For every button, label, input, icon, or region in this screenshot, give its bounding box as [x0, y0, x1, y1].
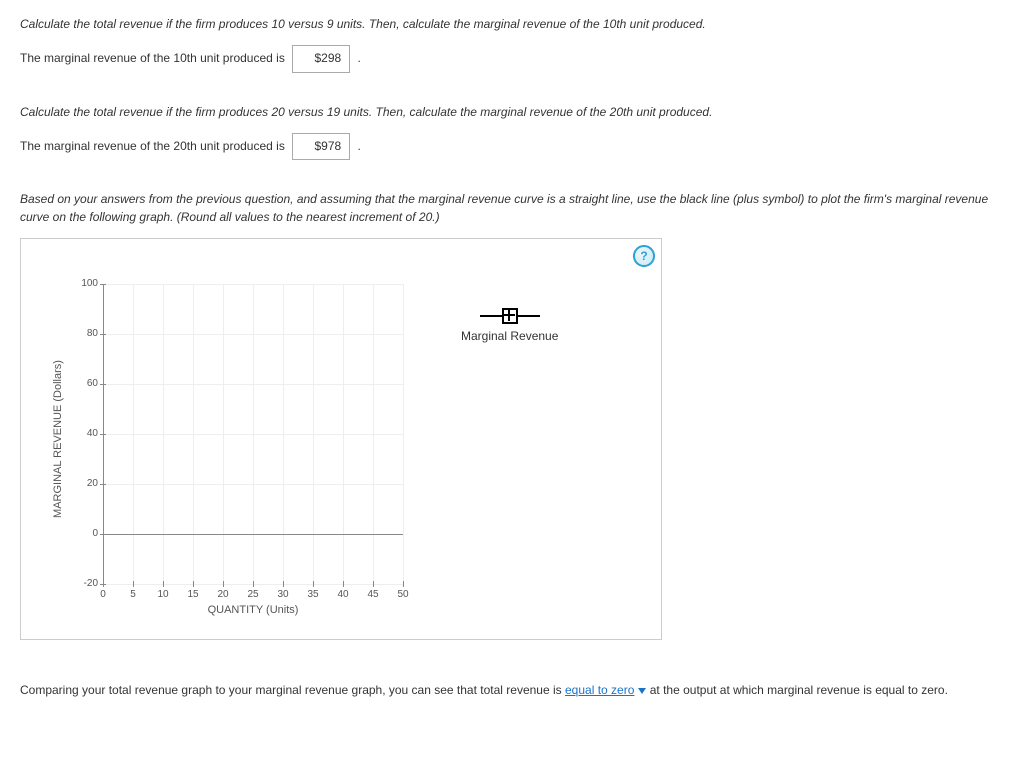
y-tick: 80	[68, 328, 98, 339]
legend-marginal-revenue[interactable]: Marginal Revenue	[461, 309, 558, 343]
y-tick: 100	[68, 278, 98, 289]
q1-prefix: The marginal revenue of the 10th unit pr…	[20, 51, 285, 65]
x-axis-title: QUANTITY (Units)	[103, 604, 403, 616]
question-2-prompt: Calculate the total revenue if the firm …	[20, 103, 997, 121]
y-axis-label-text: MARGINAL REVENUE (Dollars)	[52, 360, 64, 518]
chevron-down-icon	[638, 688, 646, 694]
y-tick: 60	[68, 378, 98, 389]
question-1-answer: The marginal revenue of the 10th unit pr…	[20, 45, 997, 73]
x-tick: 45	[363, 589, 383, 600]
y-axis-title: MARGINAL REVENUE (Dollars)	[51, 239, 65, 639]
help-icon[interactable]: ?	[633, 245, 655, 267]
final-part1: Comparing your total revenue graph to yo…	[20, 683, 565, 697]
question-1-prompt: Calculate the total revenue if the firm …	[20, 15, 997, 33]
x-tick: 50	[393, 589, 413, 600]
x-tick: 30	[273, 589, 293, 600]
y-tick: 40	[68, 428, 98, 439]
q2-prefix: The marginal revenue of the 20th unit pr…	[20, 139, 285, 153]
y-tick: 0	[68, 528, 98, 539]
x-tick: 15	[183, 589, 203, 600]
q2-suffix: .	[358, 139, 361, 153]
x-tick: 10	[153, 589, 173, 600]
q2-input[interactable]: $978	[292, 133, 350, 161]
graph-container: ? MARGINAL REVENUE (Dollars) QUANTITY (U…	[20, 238, 662, 640]
legend-label: Marginal Revenue	[461, 329, 558, 343]
y-tick: 20	[68, 478, 98, 489]
dropdown-value-text: equal to zero	[565, 680, 634, 702]
plus-line-icon	[470, 309, 550, 323]
x-tick: 0	[93, 589, 113, 600]
dropdown-total-revenue[interactable]: equal to zero	[565, 680, 646, 702]
x-tick: 5	[123, 589, 143, 600]
final-part2: at the output at which marginal revenue …	[650, 683, 948, 697]
q1-suffix: .	[358, 51, 361, 65]
plot-area[interactable]: -2002040608010005101520253035404550	[103, 284, 403, 584]
x-tick: 35	[303, 589, 323, 600]
final-statement: Comparing your total revenue graph to yo…	[20, 680, 997, 702]
x-tick: 40	[333, 589, 353, 600]
x-tick: 25	[243, 589, 263, 600]
q1-input[interactable]: $298	[292, 45, 350, 73]
question-2-answer: The marginal revenue of the 20th unit pr…	[20, 133, 997, 161]
y-tick: -20	[68, 578, 98, 589]
x-tick: 20	[213, 589, 233, 600]
question-3-prompt: Based on your answers from the previous …	[20, 190, 997, 226]
